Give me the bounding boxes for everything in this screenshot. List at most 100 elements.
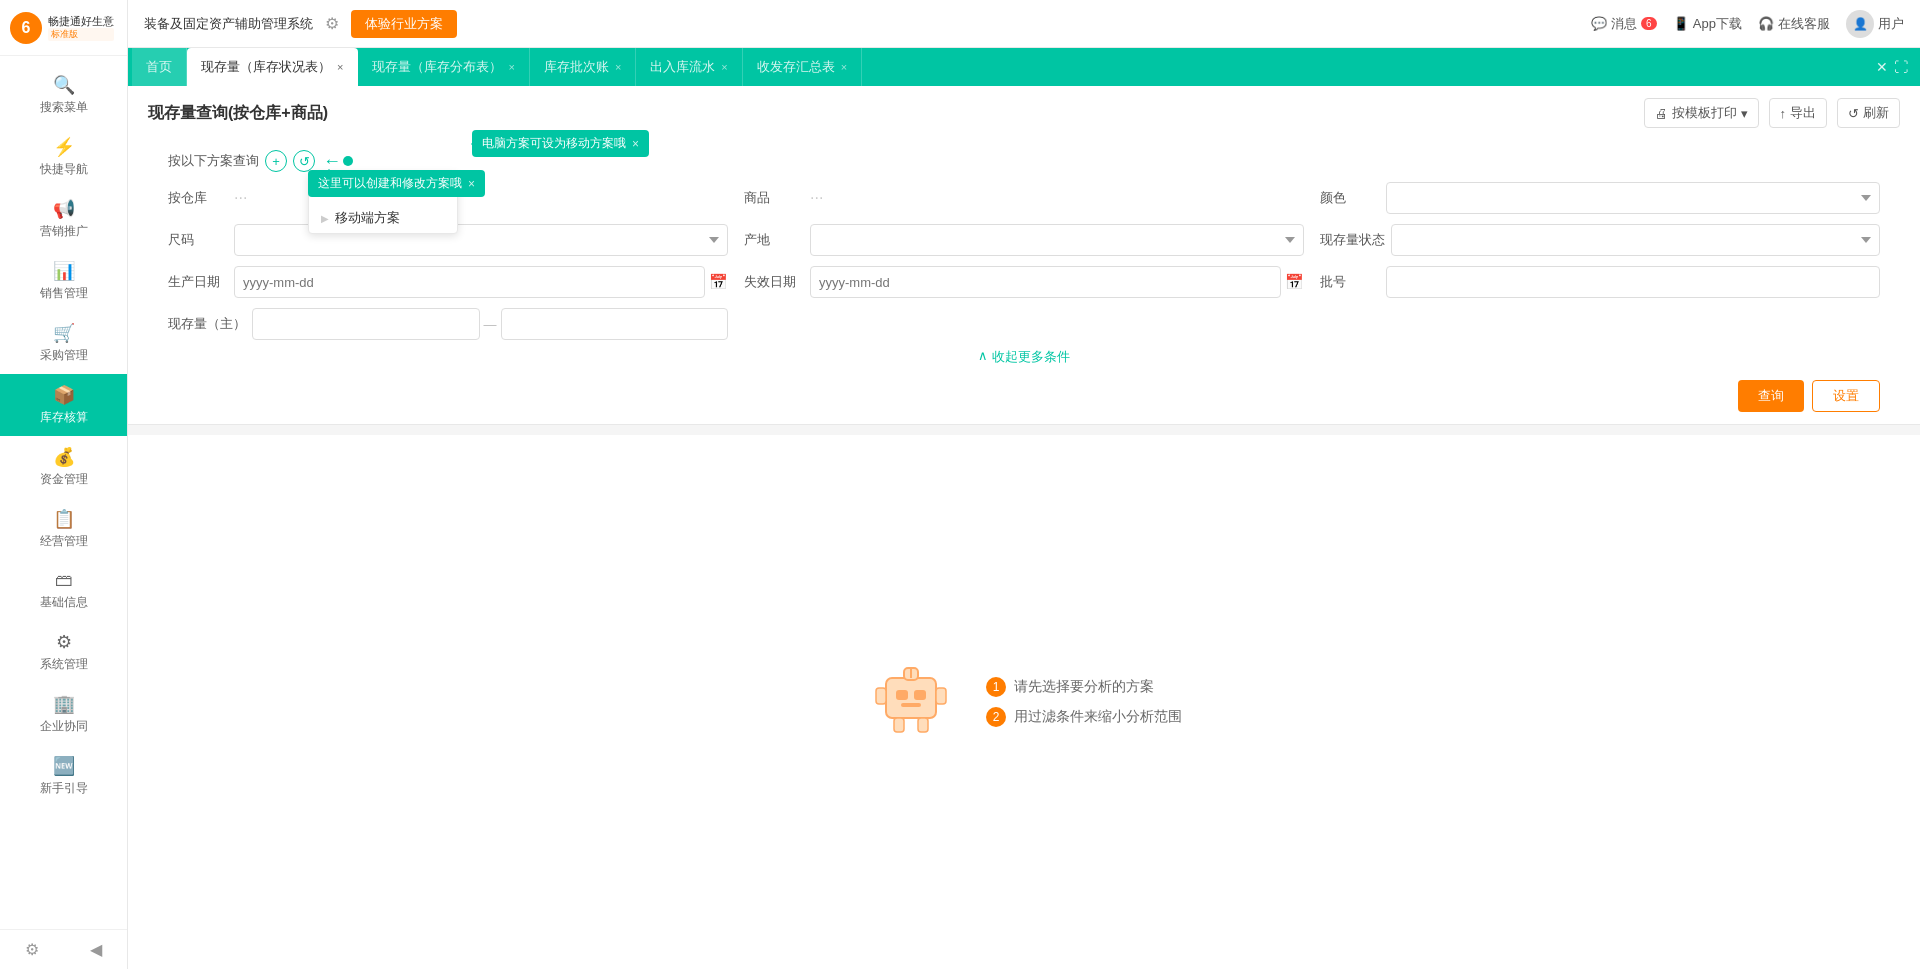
sidebar-item-finance[interactable]: 💰 资金管理 <box>0 436 127 498</box>
tab-inventory-status-label: 现存量（库存状况表） <box>201 58 331 76</box>
enterprise-icon: 🏢 <box>53 693 75 715</box>
sidebar-item-label: 系统管理 <box>40 656 88 673</box>
maximize-btn[interactable]: ⛶ <box>1894 59 1908 75</box>
chevron-down-icon: ▾ <box>1741 106 1748 121</box>
close-all-tabs-btn[interactable]: ✕ <box>1876 59 1888 75</box>
refresh-schema-btn[interactable]: ↺ <box>293 150 315 172</box>
produce-date-label: 生产日期 <box>168 273 228 291</box>
tab-inout-flow[interactable]: 出入库流水 × <box>636 48 742 86</box>
filter-row-goods: 商品 ··· <box>744 182 1304 214</box>
svg-rect-9 <box>918 718 928 732</box>
refresh-button[interactable]: ↺ 刷新 <box>1837 98 1900 128</box>
origin-label: 产地 <box>744 231 804 249</box>
filter-row-produce-date: 生产日期 📅 <box>168 266 728 298</box>
add-schema-btn[interactable]: + <box>265 150 287 172</box>
svg-rect-1 <box>896 690 908 700</box>
tab-inventory-status-close[interactable]: × <box>337 61 343 73</box>
svg-rect-2 <box>914 690 926 700</box>
tab-collect-summary-close[interactable]: × <box>841 61 847 73</box>
sidebar-item-search-menu[interactable]: 🔍 搜索菜单 <box>0 64 127 126</box>
sidebar-item-sales[interactable]: 📊 销售管理 <box>0 250 127 312</box>
sidebar-item-label: 库存核算 <box>40 409 88 426</box>
tab-home-label: 首页 <box>146 58 172 76</box>
empty-tip-2: 2 用过滤条件来缩小分析范围 <box>986 707 1182 727</box>
tip-text-1: 请先选择要分析的方案 <box>1014 678 1154 696</box>
sidebar-item-enterprise[interactable]: 🏢 企业协同 <box>0 683 127 745</box>
edit-tooltip-close[interactable]: × <box>468 177 475 191</box>
user-item[interactable]: 👤 用户 <box>1846 10 1904 38</box>
sidebar-item-inventory[interactable]: 📦 库存核算 <box>0 374 127 436</box>
empty-icon <box>866 648 956 757</box>
collapse-conditions-btn[interactable]: ∧ 收起更多条件 <box>168 340 1880 370</box>
stock-status-select[interactable] <box>1391 224 1880 256</box>
sidebar-item-quick-nav[interactable]: ⚡ 快捷导航 <box>0 126 127 188</box>
phone-icon: 📱 <box>1673 16 1689 31</box>
system-icon: ⚙ <box>56 631 72 653</box>
tab-inventory-status[interactable]: 现存量（库存状况表） × <box>187 48 358 86</box>
color-select[interactable] <box>1386 182 1880 214</box>
sidebar-item-guide[interactable]: 🆕 新手引导 <box>0 745 127 807</box>
sidebar-item-operation[interactable]: 📋 经营管理 <box>0 498 127 560</box>
svg-rect-3 <box>901 703 921 707</box>
sidebar-item-label: 新手引导 <box>40 780 88 797</box>
sidebar-item-label: 资金管理 <box>40 471 88 488</box>
goods-more-icon[interactable]: ··· <box>810 189 823 207</box>
expire-date-label: 失效日期 <box>744 273 804 291</box>
sidebar-item-purchase[interactable]: 🛒 采购管理 <box>0 312 127 374</box>
export-button[interactable]: ↑ 导出 <box>1769 98 1828 128</box>
tab-inout-flow-label: 出入库流水 <box>650 58 715 76</box>
message-item[interactable]: 💬 消息 6 <box>1591 15 1657 33</box>
expire-date-range: 📅 <box>810 266 1304 298</box>
stock-main-from-input[interactable] <box>252 308 480 340</box>
produce-date-from-input[interactable] <box>234 266 705 298</box>
sidebar: 6 畅捷通好生意 标准版 🔍 搜索菜单 ⚡ 快捷导航 📢 营销推广 📊 销售管理… <box>0 0 128 969</box>
page-actions: 🖨 按模板打印 ▾ ↑ 导出 ↺ 刷新 <box>1644 98 1901 128</box>
calendar-icon-expire[interactable]: 📅 <box>1285 273 1304 291</box>
top-header: 装备及固定资产辅助管理系统 ⚙ 体验行业方案 💬 消息 6 📱 App下载 🎧 … <box>128 0 1920 48</box>
tab-home[interactable]: 首页 <box>132 48 187 86</box>
reset-button[interactable]: 设置 <box>1812 380 1880 412</box>
refresh-icon: ↺ <box>1848 106 1859 121</box>
batch-input[interactable] <box>1386 266 1880 298</box>
sidebar-item-basic-info[interactable]: 🗃 基础信息 <box>0 560 127 621</box>
trial-button[interactable]: 体验行业方案 <box>351 10 457 38</box>
sidebar-settings-btn[interactable]: ⚙ <box>25 940 39 959</box>
sidebar-nav: 🔍 搜索菜单 ⚡ 快捷导航 📢 营销推广 📊 销售管理 🛒 采购管理 📦 库存核… <box>0 56 127 929</box>
search-button[interactable]: 查询 <box>1738 380 1804 412</box>
origin-select[interactable] <box>810 224 1304 256</box>
sidebar-item-label: 经营管理 <box>40 533 88 550</box>
schema-item-mobile[interactable]: ▶ 移动端方案 <box>309 203 457 233</box>
online-service-item[interactable]: 🎧 在线客服 <box>1758 15 1830 33</box>
produce-date-range: 📅 <box>234 266 728 298</box>
system-name: 装备及固定资产辅助管理系统 <box>144 15 313 33</box>
header-settings-icon[interactable]: ⚙ <box>325 14 339 33</box>
calendar-icon-from[interactable]: 📅 <box>709 273 728 291</box>
tab-inout-flow-close[interactable]: × <box>721 61 727 73</box>
expire-date-from-input[interactable] <box>810 266 1281 298</box>
tip-text-2: 用过滤条件来缩小分析范围 <box>1014 708 1182 726</box>
filter-row-stock-status: 现存量状态 <box>1320 224 1880 256</box>
tab-inventory-dist[interactable]: 现存量（库存分布表） × <box>358 48 529 86</box>
sidebar-item-marketing[interactable]: 📢 营销推广 <box>0 188 127 250</box>
template-print-button[interactable]: 🖨 按模板打印 ▾ <box>1644 98 1759 128</box>
warehouse-more-icon[interactable]: ··· <box>234 189 247 207</box>
sidebar-collapse-btn[interactable]: ◀ <box>90 940 102 959</box>
logo-text: 畅捷通好生意 标准版 <box>48 14 114 42</box>
goods-label: 商品 <box>744 189 804 207</box>
sidebar-bottom: ⚙ ◀ <box>0 929 127 969</box>
sidebar-item-label: 营销推广 <box>40 223 88 240</box>
tab-collect-summary[interactable]: 收发存汇总表 × <box>743 48 862 86</box>
stock-main-to-input[interactable] <box>501 308 729 340</box>
app-download-item[interactable]: 📱 App下载 <box>1673 15 1742 33</box>
schema-active-tooltip-close[interactable]: × <box>632 137 639 151</box>
tab-batch-account[interactable]: 库存批次账 × <box>530 48 636 86</box>
filter-area: 按以下方案查询 + ↺ ← 电脑方案可设为移动方案哦 × <box>148 140 1900 424</box>
edit-tooltip-text: 这里可以创建和修改方案哦 <box>318 175 462 192</box>
page-title: 现存量查询(按仓库+商品) <box>148 103 328 124</box>
tab-inventory-dist-close[interactable]: × <box>508 61 514 73</box>
message-label: 消息 <box>1611 15 1637 33</box>
empty-state-svg <box>866 648 956 738</box>
collapse-label: 收起更多条件 <box>992 348 1070 366</box>
sidebar-item-system[interactable]: ⚙ 系统管理 <box>0 621 127 683</box>
tab-batch-account-close[interactable]: × <box>615 61 621 73</box>
